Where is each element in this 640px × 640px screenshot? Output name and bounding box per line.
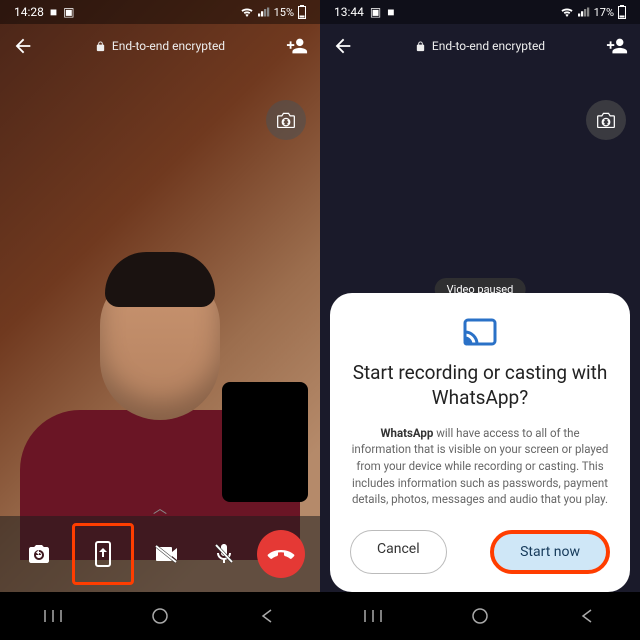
screen-share-button[interactable] xyxy=(79,530,127,578)
signal-icon xyxy=(258,7,270,17)
self-view[interactable] xyxy=(222,382,308,502)
status-time: 13:44 xyxy=(334,5,364,19)
android-nav-bar xyxy=(320,592,640,640)
recording-dialog: Start recording or casting with WhatsApp… xyxy=(330,293,630,592)
wifi-icon xyxy=(240,7,254,17)
lock-icon xyxy=(95,41,106,52)
camera-switch-button[interactable] xyxy=(586,100,626,140)
dialog-actions: Cancel Start now xyxy=(350,530,610,574)
media-indicator-icon: ▣ xyxy=(63,5,74,19)
call-controls xyxy=(0,516,320,592)
chevron-up-icon[interactable]: ︿ xyxy=(153,498,167,518)
status-bar: 14:28 ■ ▣ 15% xyxy=(0,0,320,24)
back-nav-button[interactable] xyxy=(575,604,599,628)
wifi-icon xyxy=(560,7,574,17)
start-now-button[interactable]: Start now xyxy=(490,530,610,574)
call-header: End-to-end encrypted xyxy=(320,24,640,68)
video-toggle-button[interactable] xyxy=(143,530,191,578)
screen-share-highlight xyxy=(72,523,134,585)
recents-button[interactable] xyxy=(361,604,385,628)
lock-icon xyxy=(415,41,426,52)
camera-indicator-icon: ■ xyxy=(50,5,57,19)
mute-button[interactable] xyxy=(200,530,248,578)
battery-text: 15% xyxy=(274,6,294,19)
dialog-title: Start recording or casting with WhatsApp… xyxy=(350,361,610,410)
home-button[interactable] xyxy=(148,604,172,628)
back-button[interactable] xyxy=(12,35,34,57)
add-participant-button[interactable] xyxy=(606,35,628,57)
status-time: 14:28 xyxy=(14,5,44,19)
recents-button[interactable] xyxy=(41,604,65,628)
battery-icon xyxy=(298,5,306,19)
encryption-label: End-to-end encrypted xyxy=(415,39,545,53)
signal-icon xyxy=(578,7,590,17)
camera-indicator-icon: ■ xyxy=(387,5,394,19)
encryption-label: End-to-end encrypted xyxy=(95,39,225,53)
flip-camera-button[interactable] xyxy=(15,530,63,578)
end-call-button[interactable] xyxy=(257,530,305,578)
android-nav-bar xyxy=(0,592,320,640)
back-nav-button[interactable] xyxy=(255,604,279,628)
status-bar: 13:44 ▣ ■ 17% xyxy=(320,0,640,24)
dialog-body: WhatsApp will have access to all of the … xyxy=(350,425,610,508)
back-button[interactable] xyxy=(332,35,354,57)
media-indicator-icon: ▣ xyxy=(370,5,381,19)
cancel-button[interactable]: Cancel xyxy=(350,530,447,574)
home-button[interactable] xyxy=(468,604,492,628)
battery-text: 17% xyxy=(594,6,614,19)
battery-icon xyxy=(618,5,626,19)
phone-left: 14:28 ■ ▣ 15% End-to-end encrypted xyxy=(0,0,320,640)
call-header: End-to-end encrypted xyxy=(0,24,320,68)
cast-icon xyxy=(462,317,498,353)
phone-right: 13:44 ▣ ■ 17% End-to-end encrypted xyxy=(320,0,640,640)
camera-switch-button[interactable] xyxy=(266,100,306,140)
add-participant-button[interactable] xyxy=(286,35,308,57)
